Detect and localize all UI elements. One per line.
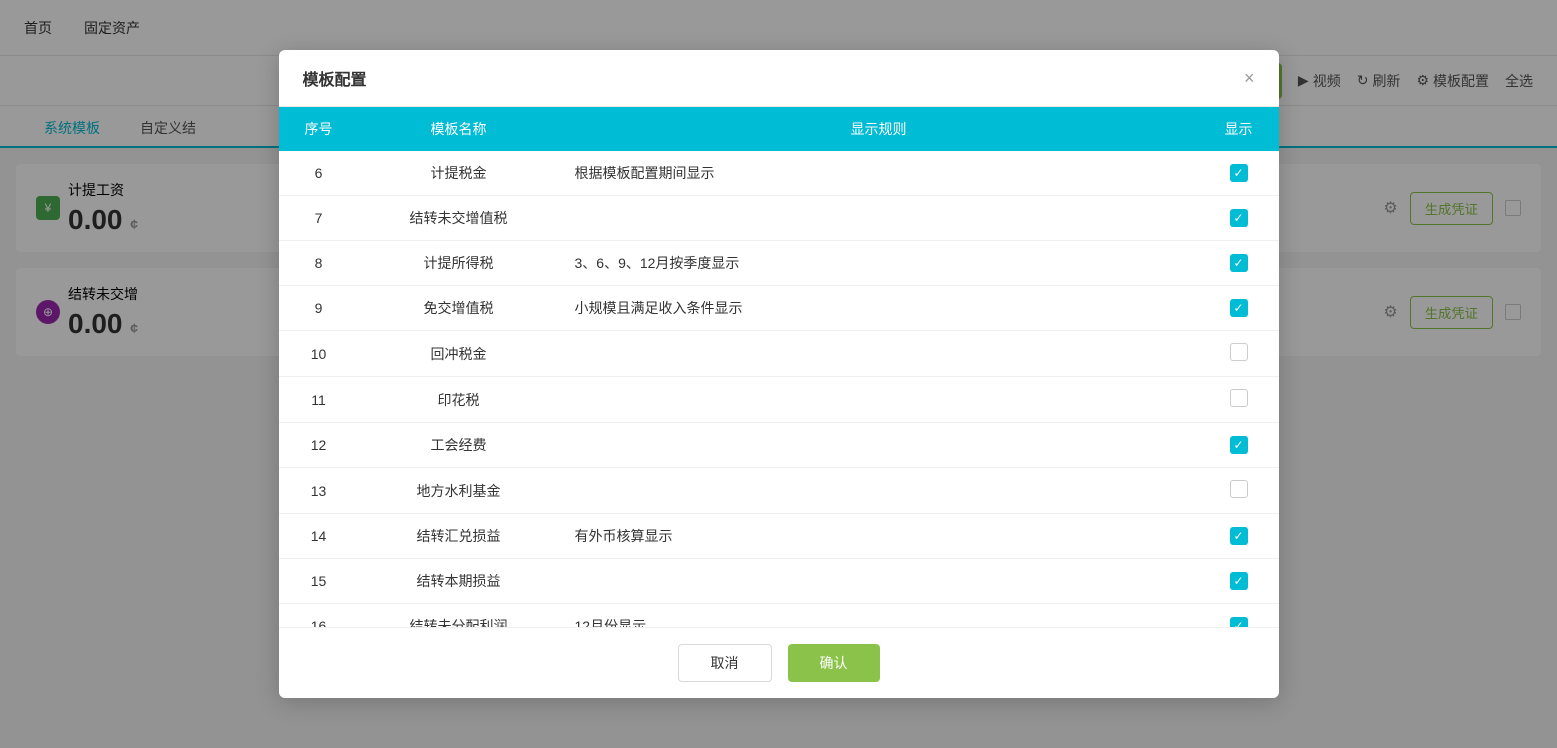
- checkbox-6[interactable]: ✓: [1230, 164, 1248, 182]
- checkbox-11[interactable]: [1230, 389, 1248, 407]
- cell-id: 16: [279, 604, 359, 628]
- checkbox-14[interactable]: ✓: [1230, 527, 1248, 545]
- cell-rule: [559, 377, 1199, 423]
- cell-id: 15: [279, 559, 359, 604]
- table-row: 7结转未交增值税 ✓: [279, 196, 1279, 241]
- cell-id: 9: [279, 286, 359, 331]
- checkbox-9[interactable]: ✓: [1230, 299, 1248, 317]
- cell-name: 免交增值税: [359, 286, 559, 331]
- cell-check: ✓: [1199, 196, 1279, 241]
- cell-name: 结转未交增值税: [359, 196, 559, 241]
- cell-id: 14: [279, 514, 359, 559]
- cell-name: 结转本期损益: [359, 559, 559, 604]
- checkbox-12[interactable]: ✓: [1230, 436, 1248, 454]
- cell-rule: [559, 468, 1199, 514]
- cell-check: ✓: [1199, 241, 1279, 286]
- cell-id: 10: [279, 331, 359, 377]
- cell-id: 13: [279, 468, 359, 514]
- cell-name: 地方水利基金: [359, 468, 559, 514]
- modal-footer: 取消 确认: [279, 627, 1279, 698]
- cell-check: ✓: [1199, 559, 1279, 604]
- confirm-button[interactable]: 确认: [788, 644, 880, 682]
- config-table: 序号 模板名称 显示规则 显示 6计提税金根据模板配置期间显示✓7结转未交增值税…: [279, 107, 1279, 627]
- modal-template-config: 模板配置 × 序号 模板名称 显示规则 显示 6计提税金根据模板配置期间显示✓7…: [279, 50, 1279, 698]
- col-header-display: 显示: [1199, 107, 1279, 151]
- cell-rule: 小规模且满足收入条件显示: [559, 286, 1199, 331]
- modal-header: 模板配置 ×: [279, 50, 1279, 107]
- checkbox-7[interactable]: ✓: [1230, 209, 1248, 227]
- cell-name: 计提税金: [359, 151, 559, 196]
- table-row: 12工会经费 ✓: [279, 423, 1279, 468]
- table-header-row: 序号 模板名称 显示规则 显示: [279, 107, 1279, 151]
- cell-rule: 有外币核算显示: [559, 514, 1199, 559]
- col-header-rule: 显示规则: [559, 107, 1199, 151]
- cell-check: ✓: [1199, 151, 1279, 196]
- cell-id: 7: [279, 196, 359, 241]
- cell-id: 12: [279, 423, 359, 468]
- cell-rule: [559, 331, 1199, 377]
- checkbox-15[interactable]: ✓: [1230, 572, 1248, 590]
- cell-check: [1199, 468, 1279, 514]
- table-row: 15结转本期损益 ✓: [279, 559, 1279, 604]
- cell-name: 结转未分配利润: [359, 604, 559, 628]
- modal-overlay: 模板配置 × 序号 模板名称 显示规则 显示 6计提税金根据模板配置期间显示✓7…: [0, 0, 1557, 748]
- cell-check: [1199, 377, 1279, 423]
- table-row: 16结转未分配利润12月份显示 ✓: [279, 604, 1279, 628]
- cell-id: 6: [279, 151, 359, 196]
- cell-rule: [559, 423, 1199, 468]
- table-body: 6计提税金根据模板配置期间显示✓7结转未交增值税✓8计提所得税3、6、9、12月…: [279, 151, 1279, 627]
- table-row: 13地方水利基金: [279, 468, 1279, 514]
- table-row: 6计提税金根据模板配置期间显示 ✓: [279, 151, 1279, 196]
- modal-title: 模板配置: [303, 66, 367, 90]
- cell-rule: [559, 559, 1199, 604]
- cell-check: ✓: [1199, 604, 1279, 628]
- table-row: 8计提所得税3、6、9、12月按季度显示 ✓: [279, 241, 1279, 286]
- cell-name: 印花税: [359, 377, 559, 423]
- cell-rule: [559, 196, 1199, 241]
- cell-name: 计提所得税: [359, 241, 559, 286]
- cell-rule: 3、6、9、12月按季度显示: [559, 241, 1199, 286]
- cell-id: 11: [279, 377, 359, 423]
- modal-body: 序号 模板名称 显示规则 显示 6计提税金根据模板配置期间显示✓7结转未交增值税…: [279, 107, 1279, 627]
- cell-check: ✓: [1199, 286, 1279, 331]
- cancel-button[interactable]: 取消: [678, 644, 772, 682]
- col-header-id: 序号: [279, 107, 359, 151]
- cell-check: ✓: [1199, 423, 1279, 468]
- cell-name: 结转汇兑损益: [359, 514, 559, 559]
- cell-check: [1199, 331, 1279, 377]
- table-row: 9免交增值税小规模且满足收入条件显示 ✓: [279, 286, 1279, 331]
- modal-close-button[interactable]: ×: [1244, 69, 1255, 87]
- table-row: 10回冲税金: [279, 331, 1279, 377]
- table-row: 11印花税: [279, 377, 1279, 423]
- checkbox-13[interactable]: [1230, 480, 1248, 498]
- checkbox-8[interactable]: ✓: [1230, 254, 1248, 272]
- cell-check: ✓: [1199, 514, 1279, 559]
- table-scroll-area[interactable]: 序号 模板名称 显示规则 显示 6计提税金根据模板配置期间显示✓7结转未交增值税…: [279, 107, 1279, 627]
- checkbox-10[interactable]: [1230, 343, 1248, 361]
- table-row: 14结转汇兑损益有外币核算显示 ✓: [279, 514, 1279, 559]
- cell-name: 回冲税金: [359, 331, 559, 377]
- cell-name: 工会经费: [359, 423, 559, 468]
- cell-rule: 根据模板配置期间显示: [559, 151, 1199, 196]
- checkbox-16[interactable]: ✓: [1230, 617, 1248, 627]
- cell-id: 8: [279, 241, 359, 286]
- cell-rule: 12月份显示: [559, 604, 1199, 628]
- col-header-name: 模板名称: [359, 107, 559, 151]
